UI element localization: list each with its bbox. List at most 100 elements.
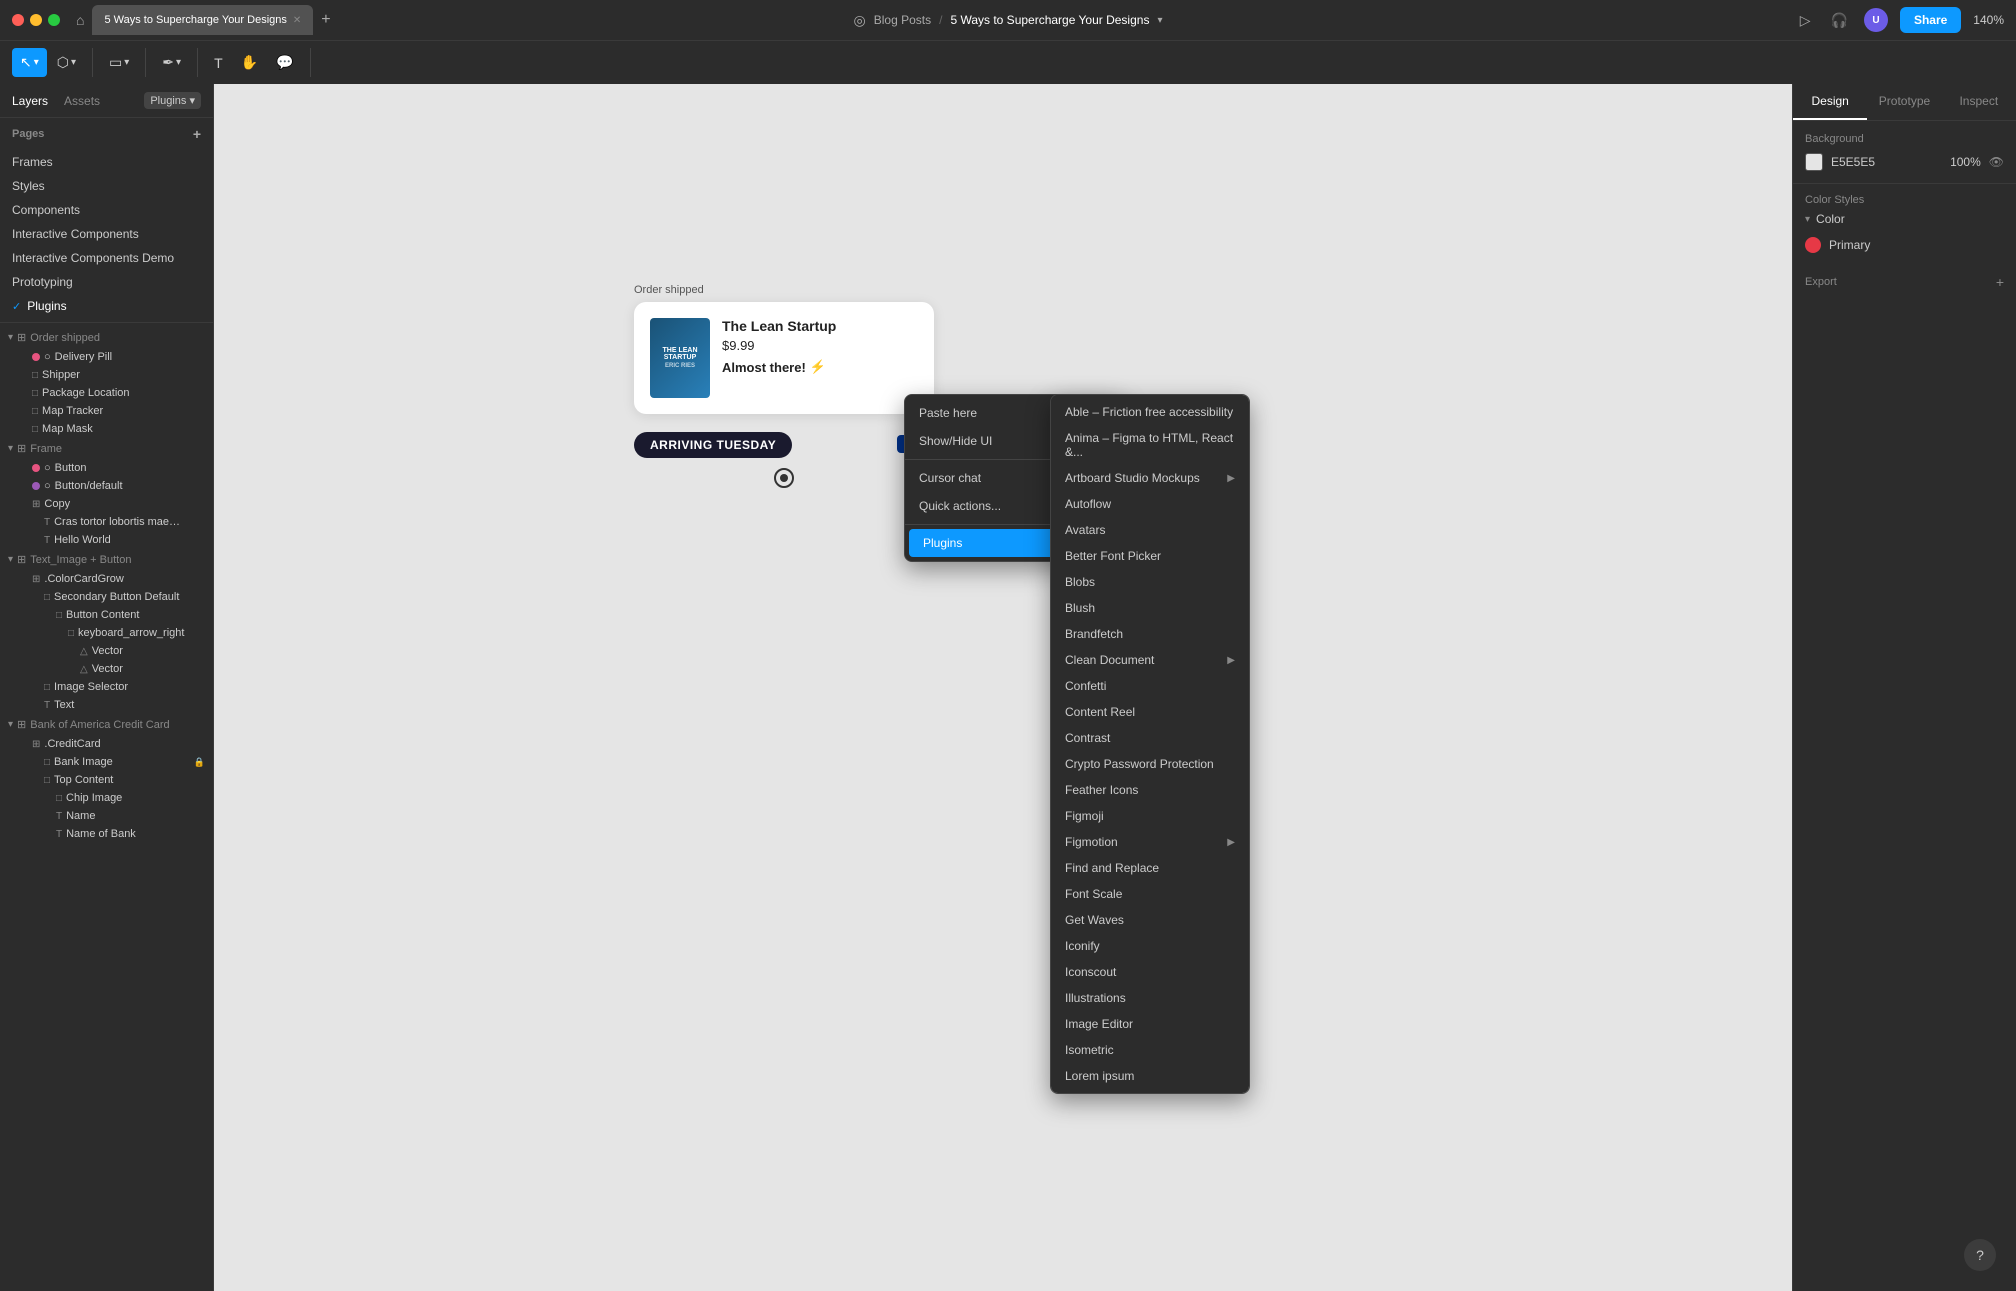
traffic-lights xyxy=(12,14,60,26)
close-button[interactable] xyxy=(12,14,24,26)
plugin-better-font-picker[interactable]: Better Font Picker xyxy=(1051,543,1249,569)
new-tab-button[interactable]: + xyxy=(321,11,330,29)
tool-hand[interactable]: ✋ xyxy=(233,48,266,77)
layer-item-secondary-button[interactable]: □ Secondary Button Default xyxy=(0,588,213,606)
tool-scale[interactable]: ⬡ ▾ xyxy=(49,48,84,77)
plugin-feather-icons[interactable]: Feather Icons xyxy=(1051,777,1249,803)
plugin-find-replace[interactable]: Find and Replace xyxy=(1051,855,1249,881)
plugin-iconify[interactable]: Iconify xyxy=(1051,933,1249,959)
active-tab[interactable]: 5 Ways to Supercharge Your Designs ✕ xyxy=(92,5,313,35)
page-item-prototyping[interactable]: Prototyping xyxy=(0,270,213,294)
plugin-autoflow[interactable]: Autoflow xyxy=(1051,491,1249,517)
layer-item-copy[interactable]: ⊞ Copy xyxy=(0,495,213,513)
help-button[interactable]: ? xyxy=(1964,1239,1996,1271)
share-button[interactable]: Share xyxy=(1900,7,1961,33)
plugin-isometric[interactable]: Isometric xyxy=(1051,1037,1249,1063)
plugin-able[interactable]: Able – Friction free accessibility xyxy=(1051,399,1249,425)
plugin-crypto[interactable]: Crypto Password Protection xyxy=(1051,751,1249,777)
tab-prototype[interactable]: Prototype xyxy=(1867,84,1941,120)
layer-item-bank-image[interactable]: □ Bank Image 🔒 xyxy=(0,753,213,771)
layer-item-button-default[interactable]: ○ Button/default xyxy=(0,477,213,495)
tool-text[interactable]: T xyxy=(206,49,231,77)
layer-icon: ○ xyxy=(44,351,51,363)
layer-item-name[interactable]: T Name xyxy=(0,807,213,825)
layer-item-button-content[interactable]: □ Button Content xyxy=(0,606,213,624)
layer-group-frame[interactable]: ▾ ⊞ Frame xyxy=(0,438,213,459)
plugin-confetti[interactable]: Confetti xyxy=(1051,673,1249,699)
chevron-down-icon[interactable]: ▾ xyxy=(1157,15,1162,26)
plugin-figmoji[interactable]: Figmoji xyxy=(1051,803,1249,829)
layer-item-vector-2[interactable]: △ Vector xyxy=(0,660,213,678)
minimize-button[interactable] xyxy=(30,14,42,26)
page-item-plugins[interactable]: ✓ Plugins xyxy=(0,294,213,318)
layer-item-image-selector[interactable]: □ Image Selector xyxy=(0,678,213,696)
plugin-iconscout[interactable]: Iconscout xyxy=(1051,959,1249,985)
plugin-figmotion[interactable]: Figmotion ▶ xyxy=(1051,829,1249,855)
layer-item-delivery-pill[interactable]: ○ Delivery Pill xyxy=(0,348,213,366)
plugin-lorem-ipsum[interactable]: Lorem ipsum xyxy=(1051,1063,1249,1089)
add-page-button[interactable]: + xyxy=(193,126,201,142)
layer-item-package-location[interactable]: □ Package Location xyxy=(0,384,213,402)
page-item-interactive-demo[interactable]: Interactive Components Demo xyxy=(0,246,213,270)
plugin-lottiefiles[interactable]: LottieFiles xyxy=(1051,1089,1249,1094)
layer-item-vector-1[interactable]: △ Vector xyxy=(0,642,213,660)
page-item-interactive[interactable]: Interactive Components xyxy=(0,222,213,246)
page-item-components[interactable]: Components xyxy=(0,198,213,222)
layer-item-name-of-bank[interactable]: T Name of Bank xyxy=(0,825,213,843)
order-card[interactable]: THE LEAN STARTUP ERIC RIES The Lean Star… xyxy=(634,302,934,414)
plugin-contrast[interactable]: Contrast xyxy=(1051,725,1249,751)
tab-assets[interactable]: Assets xyxy=(64,94,100,108)
plugin-anima[interactable]: Anima – Figma to HTML, React &... xyxy=(1051,425,1249,465)
plugin-clean-document[interactable]: Clean Document ▶ xyxy=(1051,647,1249,673)
layer-item-credit-card[interactable]: ⊞ .CreditCard xyxy=(0,735,213,753)
plugin-font-scale[interactable]: Font Scale xyxy=(1051,881,1249,907)
plugin-get-waves[interactable]: Get Waves xyxy=(1051,907,1249,933)
layer-item-shipper[interactable]: □ Shipper xyxy=(0,366,213,384)
plugin-avatars[interactable]: Avatars xyxy=(1051,517,1249,543)
page-item-styles[interactable]: Styles xyxy=(0,174,213,198)
export-add-button[interactable]: + xyxy=(1996,274,2004,290)
layer-item-map-tracker[interactable]: □ Map Tracker xyxy=(0,402,213,420)
plugin-image-editor[interactable]: Image Editor xyxy=(1051,1011,1249,1037)
plugin-content-reel[interactable]: Content Reel xyxy=(1051,699,1249,725)
present-icon[interactable]: ▷ xyxy=(1796,8,1815,33)
layer-item-map-mask[interactable]: □ Map Mask xyxy=(0,420,213,438)
plugin-illustrations[interactable]: Illustrations xyxy=(1051,985,1249,1011)
plugin-blush[interactable]: Blush xyxy=(1051,595,1249,621)
layer-group-text-image-button[interactable]: ▾ ⊞ Text_Image + Button xyxy=(0,549,213,570)
headphone-icon[interactable]: 🎧 xyxy=(1827,8,1852,33)
tab-inspect[interactable]: Inspect xyxy=(1942,84,2016,120)
layer-group-bank-of-america[interactable]: ▾ ⊞ Bank of America Credit Card xyxy=(0,714,213,735)
plugin-brandfetch[interactable]: Brandfetch xyxy=(1051,621,1249,647)
tool-frame[interactable]: ▭ ▾ xyxy=(101,48,137,77)
layer-group-order-shipped[interactable]: ▾ ⊞ Order shipped xyxy=(0,327,213,348)
plugins-badge[interactable]: Plugins ▾ xyxy=(144,92,201,109)
bg-color-swatch[interactable] xyxy=(1805,153,1823,171)
plugin-label: Iconify xyxy=(1065,939,1100,953)
plugin-artboard[interactable]: Artboard Studio Mockups ▶ xyxy=(1051,465,1249,491)
tool-pen[interactable]: ✒ ▾ xyxy=(154,48,189,77)
home-icon[interactable]: ⌂ xyxy=(76,12,84,28)
layer-item-chip-image[interactable]: □ Chip Image xyxy=(0,789,213,807)
tab-close-icon[interactable]: ✕ xyxy=(293,15,301,26)
page-item-frames[interactable]: Frames xyxy=(0,150,213,174)
tool-comment[interactable]: 💬 xyxy=(268,48,301,77)
expand-icon: ▾ xyxy=(8,719,13,730)
layer-item-keyboard-arrow[interactable]: □ keyboard_arrow_right xyxy=(0,624,213,642)
plugin-blobs[interactable]: Blobs xyxy=(1051,569,1249,595)
collapse-icon[interactable]: ▾ xyxy=(1805,214,1810,225)
layer-item-color-card-grow[interactable]: ⊞ .ColorCardGrow xyxy=(0,570,213,588)
layer-label: .CreditCard xyxy=(44,738,100,750)
avatar[interactable]: U xyxy=(1864,8,1888,32)
layer-item-cras-tortor[interactable]: T Cras tortor lobortis maecenas id nec a… xyxy=(0,513,213,531)
layer-item-top-content[interactable]: □ Top Content xyxy=(0,771,213,789)
primary-color-dot[interactable] xyxy=(1805,237,1821,253)
eye-icon[interactable]: 👁 xyxy=(1989,155,2004,169)
layer-item-hello-world[interactable]: T Hello World xyxy=(0,531,213,549)
layer-item-text[interactable]: T Text xyxy=(0,696,213,714)
tab-layers[interactable]: Layers xyxy=(12,94,48,108)
tool-move[interactable]: ↖ ▾ xyxy=(12,48,47,77)
maximize-button[interactable] xyxy=(48,14,60,26)
tab-design[interactable]: Design xyxy=(1793,84,1867,120)
layer-item-button[interactable]: ○ Button xyxy=(0,459,213,477)
